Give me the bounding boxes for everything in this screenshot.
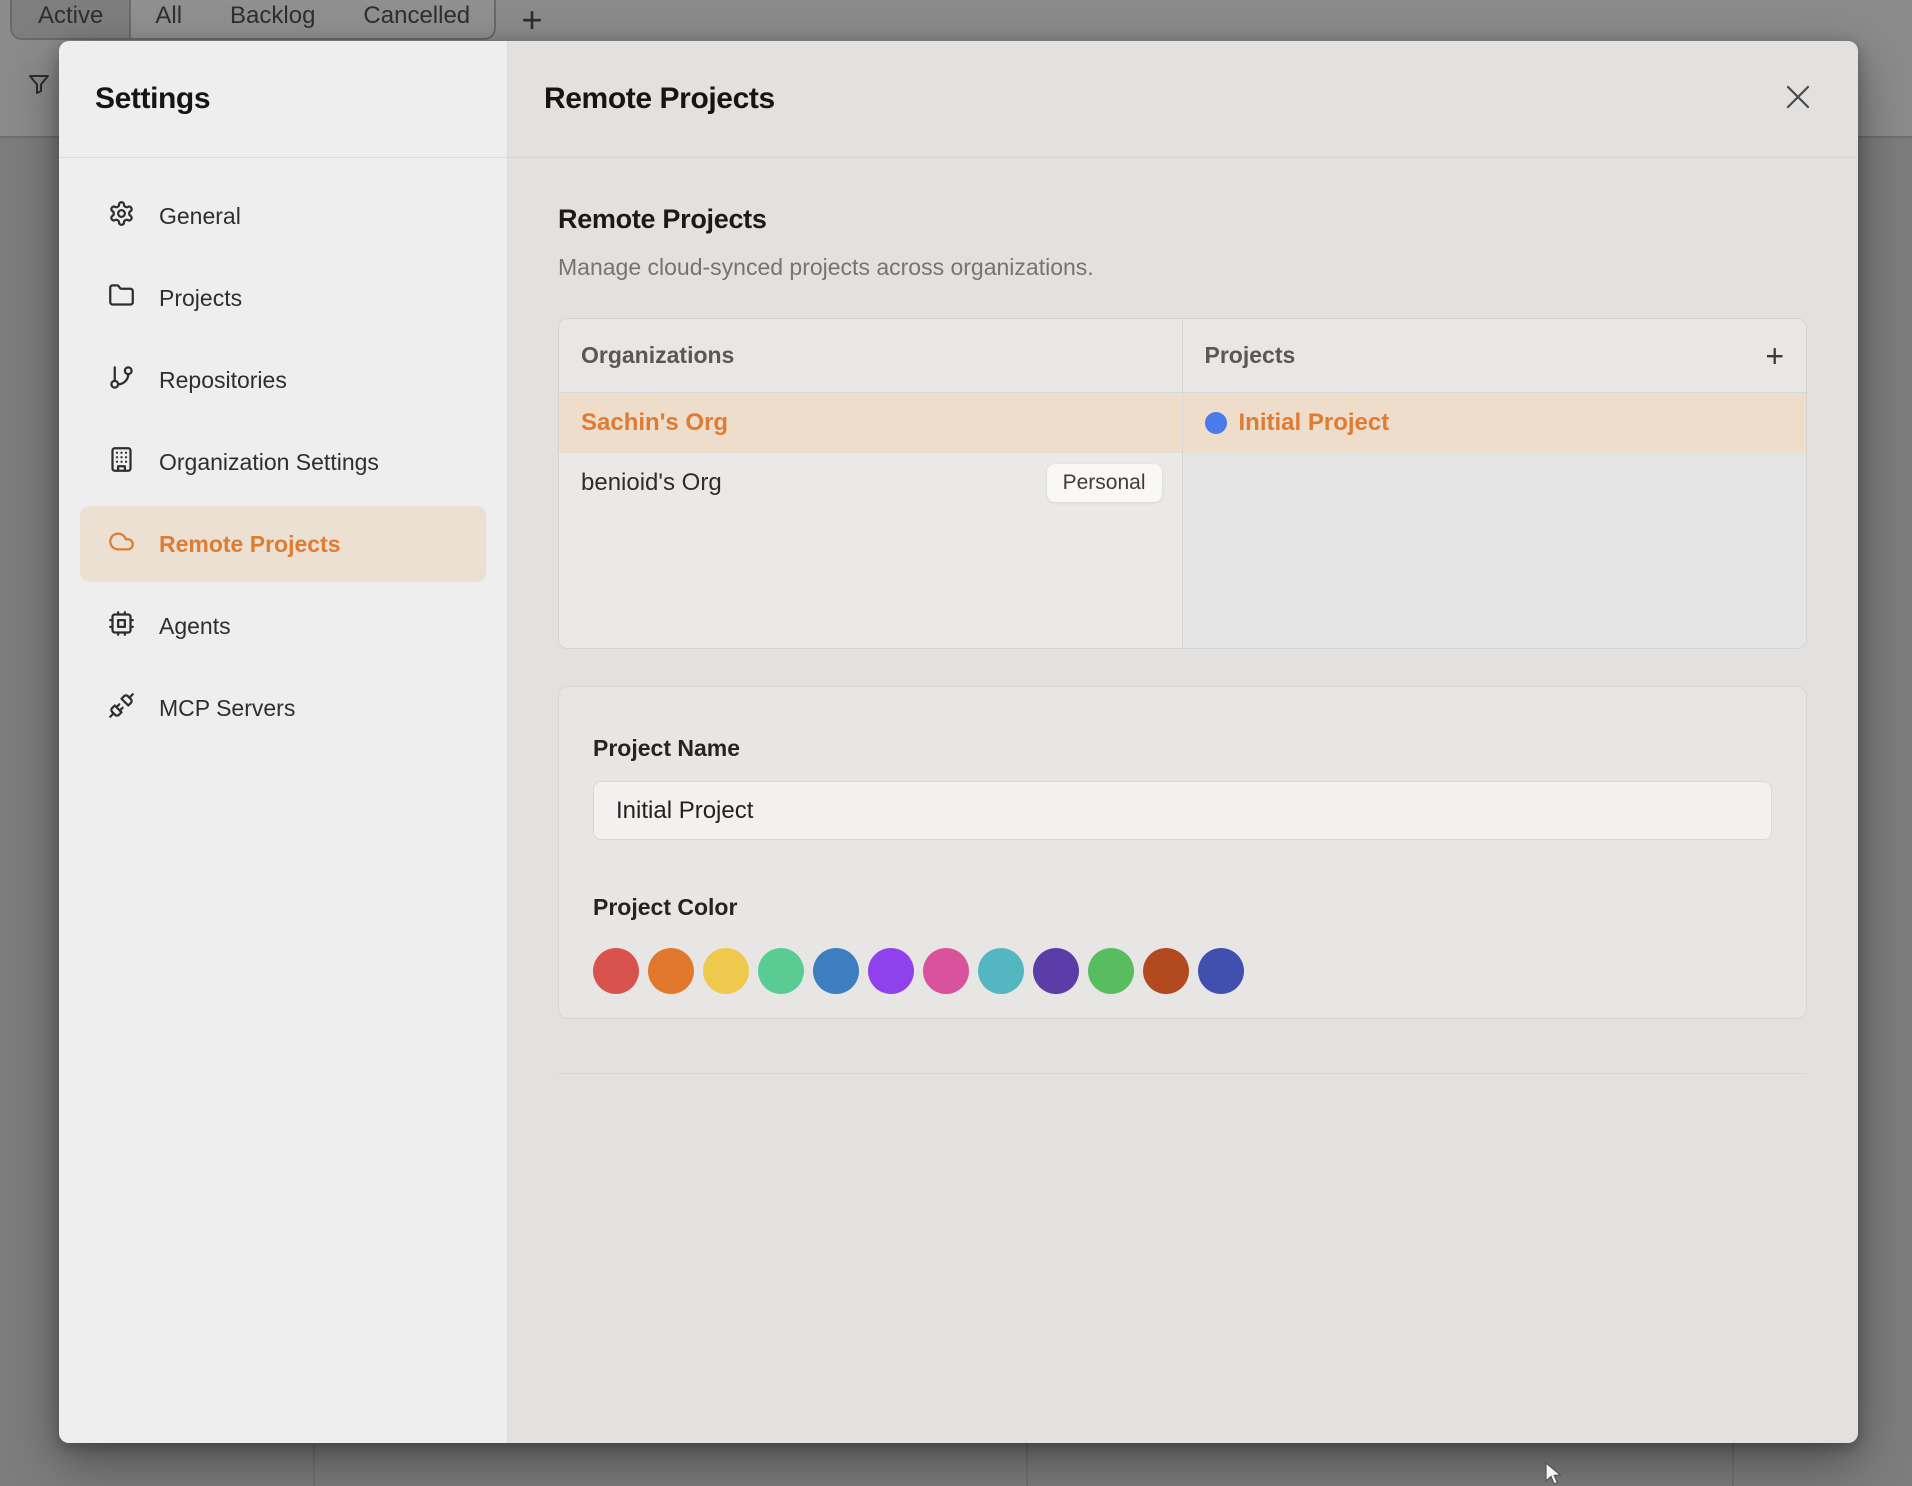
tab-backlog[interactable]: Backlog xyxy=(206,0,339,38)
project-color-dot xyxy=(1204,412,1227,434)
section-title: Remote Projects xyxy=(558,204,767,234)
section-divider xyxy=(558,1073,1807,1074)
page-title: Remote Projects xyxy=(544,82,775,115)
settings-main-panel: Remote Projects Remote Projects Manage c… xyxy=(508,41,1858,1443)
sidebar-item-label: Remote Projects xyxy=(159,530,341,557)
organizations-filler xyxy=(559,513,1183,648)
tab-active[interactable]: Active xyxy=(12,0,132,38)
personal-badge: Personal xyxy=(1046,464,1162,502)
gear-icon xyxy=(108,200,135,233)
main-header: Remote Projects xyxy=(508,41,1858,158)
project-color-label: Project Color xyxy=(593,894,738,920)
building-icon xyxy=(108,446,135,479)
projects-empty-cell xyxy=(1182,453,1806,513)
sidebar-item-label: Agents xyxy=(159,612,231,639)
color-swatch-red[interactable] xyxy=(593,948,639,994)
project-row-initial-project[interactable]: Initial Project xyxy=(1182,393,1806,453)
color-swatch-orange[interactable] xyxy=(648,948,694,994)
projects-filler xyxy=(1182,513,1806,648)
org-row-benioids-org[interactable]: benioid's Org Personal xyxy=(559,453,1183,513)
settings-title: Settings xyxy=(95,82,211,115)
color-swatch-pink[interactable] xyxy=(923,948,969,994)
sidebar-item-label: Projects xyxy=(159,284,243,311)
cloud-icon xyxy=(108,528,135,561)
sidebar-item-label: Repositories xyxy=(159,366,287,393)
cpu-icon xyxy=(108,610,135,643)
git-branch-icon xyxy=(108,364,135,397)
organizations-header-label: Organizations xyxy=(581,342,735,368)
color-swatch-mint[interactable] xyxy=(758,948,804,994)
filter-button[interactable] xyxy=(18,60,60,113)
sidebar-item-remote-projects[interactable]: Remote Projects xyxy=(80,506,486,582)
sidebar-item-general[interactable]: General xyxy=(80,178,486,254)
add-project-button[interactable]: + xyxy=(1763,340,1786,372)
color-swatch-blue[interactable] xyxy=(813,948,859,994)
sidebar-item-label: Organization Settings xyxy=(159,448,379,475)
view-tab-group: Active All Backlog Cancelled xyxy=(10,0,497,40)
sidebar-item-repositories[interactable]: Repositories xyxy=(80,342,486,418)
color-swatch-indigo[interactable] xyxy=(1198,948,1244,994)
remote-projects-content: Remote Projects Manage cloud-synced proj… xyxy=(508,158,1858,1074)
settings-modal: Settings General Projects Repositories O… xyxy=(59,41,1858,1443)
folder-icon xyxy=(108,282,135,315)
sidebar-nav: General Projects Repositories Organizati… xyxy=(59,158,507,772)
sidebar-item-label: MCP Servers xyxy=(159,694,296,721)
settings-sidebar: Settings General Projects Repositories O… xyxy=(59,41,508,1443)
sidebar-header: Settings xyxy=(59,41,507,158)
color-swatch-violet[interactable] xyxy=(1033,948,1079,994)
sidebar-item-label: General xyxy=(159,202,241,229)
projects-header-label: Projects xyxy=(1204,342,1296,368)
mouse-cursor xyxy=(1544,1461,1570,1486)
org-name: benioid's Org xyxy=(581,469,722,496)
org-name: Sachin's Org xyxy=(581,409,729,436)
project-form-card: Project Name Project Color xyxy=(558,686,1807,1019)
sidebar-item-agents[interactable]: Agents xyxy=(80,588,486,664)
new-tab-button[interactable]: + xyxy=(510,0,554,42)
funnel-icon xyxy=(27,72,51,101)
project-name-input[interactable] xyxy=(593,781,1772,840)
section-description: Manage cloud-synced projects across orga… xyxy=(558,254,1094,280)
org-projects-table: Organizations Projects + Sachin's Org In… xyxy=(558,318,1807,649)
tab-cancelled[interactable]: Cancelled xyxy=(339,0,494,38)
color-swatch-yellow[interactable] xyxy=(703,948,749,994)
sidebar-item-mcp-servers[interactable]: MCP Servers xyxy=(80,670,486,746)
org-row-sachins-org[interactable]: Sachin's Org xyxy=(559,393,1183,453)
projects-column-header: Projects + xyxy=(1182,319,1806,393)
color-swatch-rust[interactable] xyxy=(1143,948,1189,994)
plug-icon xyxy=(108,692,135,725)
color-swatch-green[interactable] xyxy=(1088,948,1134,994)
project-name-label: Project Name xyxy=(593,735,741,761)
organizations-column-header: Organizations xyxy=(559,319,1183,393)
color-swatch-purple[interactable] xyxy=(868,948,914,994)
tab-all[interactable]: All xyxy=(131,0,206,38)
close-icon xyxy=(1783,82,1813,117)
sidebar-item-projects[interactable]: Projects xyxy=(80,260,486,336)
project-name: Initial Project xyxy=(1238,409,1390,436)
color-swatch-teal[interactable] xyxy=(978,948,1024,994)
close-button[interactable] xyxy=(1774,75,1822,123)
sidebar-item-organization-settings[interactable]: Organization Settings xyxy=(80,424,486,500)
project-color-swatches xyxy=(593,948,1772,994)
